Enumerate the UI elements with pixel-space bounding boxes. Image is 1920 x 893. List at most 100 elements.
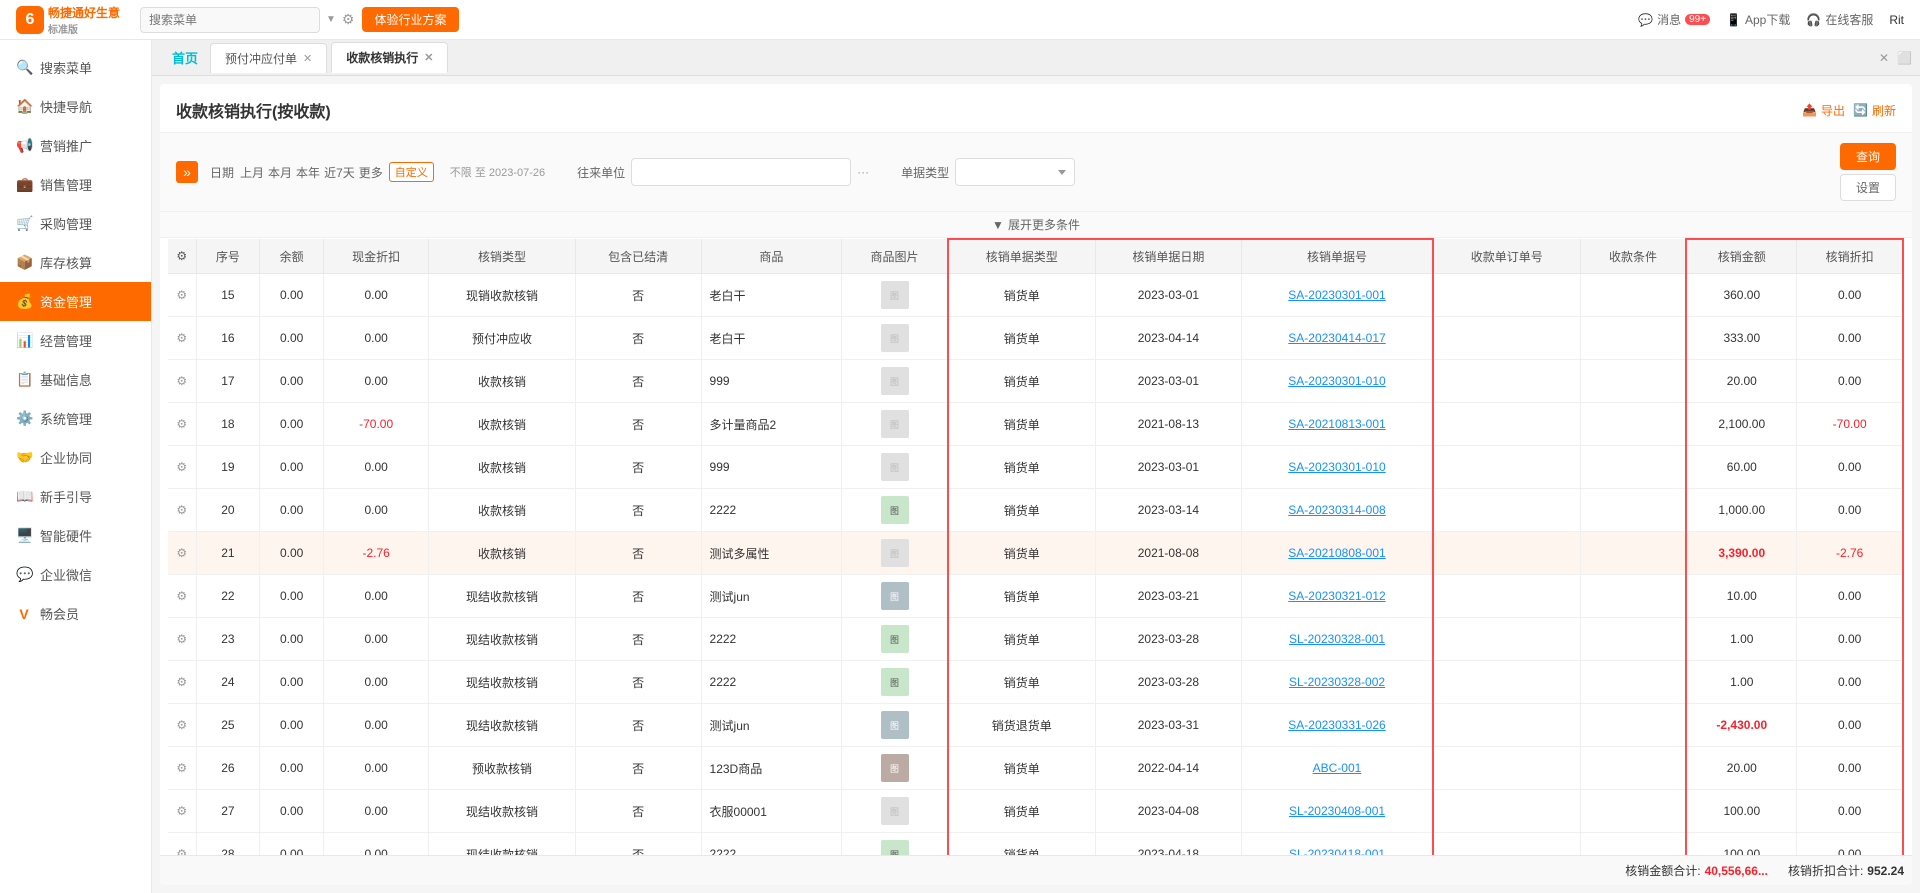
cell-verify-no[interactable]: SA-20230301-001 xyxy=(1242,274,1433,317)
cell-verify-date: 2023-04-18 xyxy=(1095,833,1242,856)
cell-verify-no[interactable]: SA-20230321-012 xyxy=(1242,575,1433,618)
top-search-input[interactable] xyxy=(140,7,320,33)
tab-bar: 首页 预付冲应付单 ✕ 收款核销执行 ✕ ✕ ⬜ xyxy=(152,40,1920,76)
table-row: ⚙ 23 0.00 0.00 现结收款核销 否 2222 图 销货单 2023-… xyxy=(168,618,1903,661)
export-button[interactable]: 📤 导出 xyxy=(1802,102,1845,119)
sidebar-item-hardware[interactable]: 🖥️ 智能硬件 xyxy=(0,516,151,555)
date-opt-this-month[interactable]: 本月 xyxy=(268,164,292,181)
app-download[interactable]: 📱 App下载 xyxy=(1726,11,1790,28)
tab-bar-right-actions: ✕ ⬜ xyxy=(1879,51,1912,65)
notification-area[interactable]: 💬 消息 99+ xyxy=(1638,11,1710,28)
sidebar-item-search[interactable]: 🔍 搜索菜单 xyxy=(0,48,151,87)
tab-receipt-close-icon[interactable]: ✕ xyxy=(424,51,433,64)
page-actions: 📤 导出 🔄 刷新 xyxy=(1802,102,1896,119)
sidebar-item-member[interactable]: V 畅会员 xyxy=(0,594,151,633)
cell-verify-no[interactable]: SA-20230414-017 xyxy=(1242,317,1433,360)
close-all-icon[interactable]: ✕ xyxy=(1879,51,1889,65)
cell-settings[interactable]: ⚙ xyxy=(168,274,196,317)
tab-prepay-close-icon[interactable]: ✕ xyxy=(303,52,312,65)
cell-settings[interactable]: ⚙ xyxy=(168,704,196,747)
table-setting-button[interactable]: 设置 xyxy=(1840,174,1896,201)
service-icon: 🎧 xyxy=(1806,13,1821,27)
cell-verify-no[interactable]: SA-20210808-001 xyxy=(1242,532,1433,575)
sidebar-item-basic[interactable]: 📋 基础信息 xyxy=(0,360,151,399)
filter-expand-button[interactable]: » xyxy=(176,161,198,183)
cell-settings[interactable]: ⚙ xyxy=(168,790,196,833)
voucher-type-select[interactable] xyxy=(955,158,1075,186)
expand-more-button[interactable]: ▼ 展开更多条件 xyxy=(992,216,1080,233)
sidebar-item-inventory[interactable]: 📦 库存核算 xyxy=(0,243,151,282)
query-button[interactable]: 查询 xyxy=(1840,143,1896,170)
user-name[interactable]: Rit xyxy=(1889,13,1904,27)
tab-prepay-label: 预付冲应付单 xyxy=(225,50,297,67)
cell-verify-date: 2021-08-13 xyxy=(1095,403,1242,446)
sidebar-item-purchase[interactable]: 🛒 采购管理 xyxy=(0,204,151,243)
sidebar-item-collab[interactable]: 🤝 企业协同 xyxy=(0,438,151,477)
cell-balance: 0.00 xyxy=(260,661,324,704)
cell-settings[interactable]: ⚙ xyxy=(168,403,196,446)
sidebar-item-marketing[interactable]: 📢 营销推广 xyxy=(0,126,151,165)
management-icon: 📊 xyxy=(16,332,32,349)
cell-balance: 0.00 xyxy=(260,790,324,833)
cell-settings[interactable]: ⚙ xyxy=(168,532,196,575)
cell-verify-no[interactable]: SA-20230301-010 xyxy=(1242,446,1433,489)
settings-icon[interactable]: ⚙ xyxy=(342,11,355,28)
maximize-icon[interactable]: ⬜ xyxy=(1897,51,1912,65)
cell-verify-no[interactable]: SA-20230331-026 xyxy=(1242,704,1433,747)
date-options: 上月 本月 本年 近7天 更多 xyxy=(240,164,383,181)
sidebar-item-system[interactable]: ⚙️ 系统管理 xyxy=(0,399,151,438)
counterpart-dots-icon[interactable]: ··· xyxy=(857,165,869,179)
cell-verify-no[interactable]: SA-20230301-010 xyxy=(1242,360,1433,403)
online-service[interactable]: 🎧 在线客服 xyxy=(1806,11,1873,28)
sidebar: 🔍 搜索菜单 🏠 快捷导航 📢 营销推广 💼 销售管理 🛒 采购管理 📦 库存核… xyxy=(0,40,152,893)
sidebar-item-management[interactable]: 📊 经营管理 xyxy=(0,321,151,360)
cell-verify-amount: 360.00 xyxy=(1686,274,1797,317)
cell-verify-type: 现结收款核销 xyxy=(429,790,576,833)
cell-settings[interactable]: ⚙ xyxy=(168,661,196,704)
cell-goods: 999 xyxy=(701,360,842,403)
cell-settings[interactable]: ⚙ xyxy=(168,747,196,790)
table-footer: 核销金额合计: 40,556,66... 核销折扣合计: 952.24 xyxy=(160,855,1912,885)
cell-verify-no[interactable]: SL-20230418-001 xyxy=(1242,833,1433,856)
cell-settings[interactable]: ⚙ xyxy=(168,489,196,532)
date-opt-more[interactable]: 更多 xyxy=(359,164,383,181)
cell-verify-no[interactable]: SL-20230328-001 xyxy=(1242,618,1433,661)
sidebar-item-wechat[interactable]: 💬 企业微信 xyxy=(0,555,151,594)
sidebar-item-quicknav[interactable]: 🏠 快捷导航 xyxy=(0,87,151,126)
cell-settings[interactable]: ⚙ xyxy=(168,575,196,618)
refresh-button[interactable]: 🔄 刷新 xyxy=(1853,102,1896,119)
cell-settings[interactable]: ⚙ xyxy=(168,317,196,360)
tab-home[interactable]: 首页 xyxy=(160,48,210,67)
date-opt-7days[interactable]: 近7天 xyxy=(324,164,355,181)
voucher-type-label: 单据类型 xyxy=(901,164,949,181)
cell-verify-date: 2023-03-01 xyxy=(1095,360,1242,403)
cell-settings[interactable]: ⚙ xyxy=(168,446,196,489)
sidebar-item-sales[interactable]: 💼 销售管理 xyxy=(0,165,151,204)
sidebar-item-finance[interactable]: 💰 资金管理 xyxy=(0,282,151,321)
cell-settings[interactable]: ⚙ xyxy=(168,833,196,856)
cell-settings[interactable]: ⚙ xyxy=(168,360,196,403)
cell-verify-no[interactable]: SL-20230328-002 xyxy=(1242,661,1433,704)
date-opt-last-month[interactable]: 上月 xyxy=(240,164,264,181)
counterpart-input[interactable] xyxy=(631,158,851,186)
table-row: ⚙ 26 0.00 0.00 预收款核销 否 123D商品 图 销货单 2022… xyxy=(168,747,1903,790)
sidebar-label-search: 搜索菜单 xyxy=(40,58,92,77)
cell-cash-discount: 0.00 xyxy=(324,317,429,360)
trial-button[interactable]: 体验行业方案 xyxy=(362,7,458,32)
cell-verify-no[interactable]: SA-20210813-001 xyxy=(1242,403,1433,446)
cell-goods: 衣服00001 xyxy=(701,790,842,833)
cell-verify-no[interactable]: SL-20230408-001 xyxy=(1242,790,1433,833)
logo-area: 6 畅捷通好生意 标准版 xyxy=(16,4,120,36)
sidebar-item-guide[interactable]: 📖 新手引导 xyxy=(0,477,151,516)
cell-settings[interactable]: ⚙ xyxy=(168,618,196,661)
member-icon: V xyxy=(16,606,32,622)
cell-verify-discount: 0.00 xyxy=(1797,704,1903,747)
col-verify-type: 核销类型 xyxy=(429,239,576,274)
custom-date-button[interactable]: 自定义 xyxy=(389,162,434,182)
cell-verify-no[interactable]: ABC-001 xyxy=(1242,747,1433,790)
cell-verify-no[interactable]: SA-20230314-008 xyxy=(1242,489,1433,532)
tab-prepay[interactable]: 预付冲应付单 ✕ xyxy=(210,43,327,73)
tab-receipt[interactable]: 收款核销执行 ✕ xyxy=(331,42,448,73)
date-opt-this-year[interactable]: 本年 xyxy=(296,164,320,181)
cell-included-clear: 否 xyxy=(575,618,701,661)
